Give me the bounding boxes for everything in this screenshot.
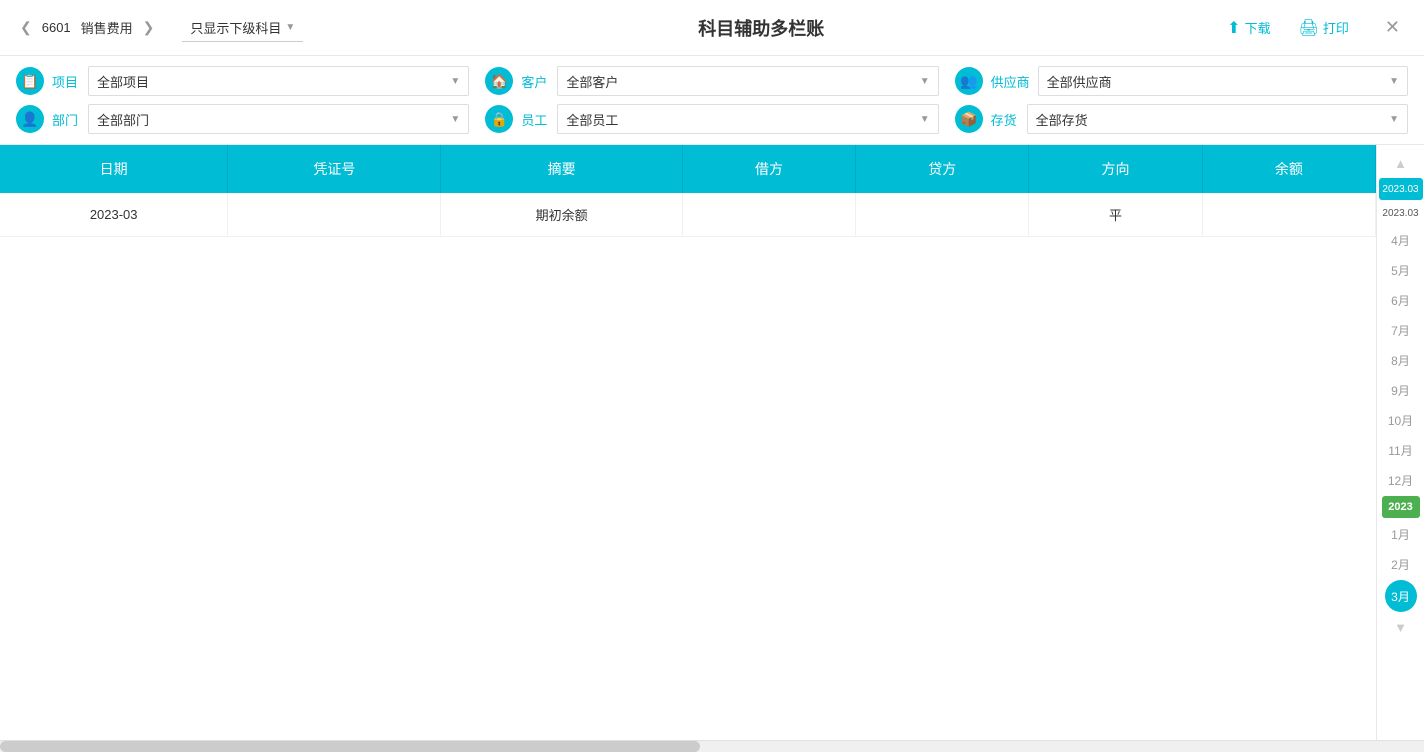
sidebar-month-4[interactable]: 4月 xyxy=(1381,226,1421,254)
cell-date: 2023-03 xyxy=(0,193,228,237)
department-select[interactable]: 全部部门 ▼ xyxy=(88,104,469,134)
inventory-select[interactable]: 全部存货 ▼ xyxy=(1027,104,1408,134)
filter-supplier: 👥 供应商 全部供应商 ▼ xyxy=(955,66,1408,96)
account-nav: ❮ 6601 销售费用 ❯ xyxy=(16,17,158,38)
department-label: 部门 xyxy=(52,110,80,129)
filter-project: 📋 项目 全部项目 ▼ xyxy=(16,66,469,96)
toolbar-actions: ⬆ 下载 🖨 打印 ✕ xyxy=(1219,13,1408,42)
data-table: 日期 凭证号 摘要 借方 贷方 方向 余额 2023-03 期初余额 xyxy=(0,145,1376,237)
customer-value: 全部客户 xyxy=(566,72,618,91)
customer-select-arrow-icon: ▼ xyxy=(920,76,930,87)
download-button[interactable]: ⬆ 下载 xyxy=(1219,14,1278,42)
show-sub-arrow-icon: ▼ xyxy=(285,22,295,33)
sidebar-scroll-down[interactable]: ▼ xyxy=(1387,613,1415,641)
page-title: 科目辅助多栏账 xyxy=(319,15,1203,41)
download-label: 下载 xyxy=(1245,18,1271,37)
supplier-label: 供应商 xyxy=(991,72,1030,91)
project-icon: 📋 xyxy=(16,67,44,95)
main-window: ❮ 6601 销售费用 ❯ 只显示下级科目 ▼ 科目辅助多栏账 ⬆ 下载 🖨 打… xyxy=(0,0,1424,752)
inventory-icon: 📦 xyxy=(955,105,983,133)
supplier-select-arrow-icon: ▼ xyxy=(1389,76,1399,87)
col-summary: 摘要 xyxy=(441,145,682,193)
sidebar-month-6[interactable]: 6月 xyxy=(1381,286,1421,314)
employee-select[interactable]: 全部员工 ▼ xyxy=(557,104,938,134)
col-voucher: 凭证号 xyxy=(228,145,441,193)
account-name: 销售费用 xyxy=(81,18,133,37)
sidebar-month-10[interactable]: 10月 xyxy=(1381,406,1421,434)
filter-customer: 🏠 客户 全部客户 ▼ xyxy=(485,66,938,96)
project-select[interactable]: 全部项目 ▼ xyxy=(88,66,469,96)
cell-credit xyxy=(856,193,1029,237)
inventory-label: 存货 xyxy=(991,110,1019,129)
cell-debit xyxy=(682,193,855,237)
col-credit: 贷方 xyxy=(856,145,1029,193)
sidebar-month-5[interactable]: 5月 xyxy=(1381,256,1421,284)
inventory-value: 全部存货 xyxy=(1036,110,1088,129)
sidebar-month-2[interactable]: 2月 xyxy=(1381,550,1421,578)
sidebar-month-12[interactable]: 12月 xyxy=(1381,466,1421,494)
content-area: 日期 凭证号 摘要 借方 贷方 方向 余额 2023-03 期初余额 xyxy=(0,145,1424,740)
department-icon: 👤 xyxy=(16,105,44,133)
customer-label: 客户 xyxy=(521,72,549,91)
employee-label: 员工 xyxy=(521,110,549,129)
filter-department: 👤 部门 全部部门 ▼ xyxy=(16,104,469,134)
sidebar-month-9[interactable]: 9月 xyxy=(1381,376,1421,404)
supplier-value: 全部供应商 xyxy=(1047,72,1112,91)
horizontal-scrollbar[interactable] xyxy=(0,740,1424,752)
prev-account-arrow[interactable]: ❮ xyxy=(16,17,36,38)
sidebar-date-2023-03-header[interactable]: 2023.03 xyxy=(1379,178,1423,200)
project-label: 项目 xyxy=(52,72,80,91)
col-debit: 借方 xyxy=(682,145,855,193)
col-direction: 方向 xyxy=(1029,145,1202,193)
col-balance: 余额 xyxy=(1202,145,1375,193)
employee-value: 全部员工 xyxy=(566,110,618,129)
table-row: 2023-03 期初余额 平 xyxy=(0,193,1376,237)
filter-area: 📋 项目 全部项目 ▼ 🏠 客户 全部客户 ▼ 👥 供应商 全部供应商 ▼ xyxy=(0,56,1424,145)
department-select-arrow-icon: ▼ xyxy=(450,114,460,125)
inventory-select-arrow-icon: ▼ xyxy=(1389,114,1399,125)
department-value: 全部部门 xyxy=(97,110,149,129)
filter-employee: 🔒 员工 全部员工 ▼ xyxy=(485,104,938,134)
supplier-select[interactable]: 全部供应商 ▼ xyxy=(1038,66,1408,96)
account-code-name: 6601 xyxy=(42,20,71,35)
cell-balance xyxy=(1202,193,1375,237)
download-icon: ⬆ xyxy=(1227,18,1240,38)
top-bar: ❮ 6601 销售费用 ❯ 只显示下级科目 ▼ 科目辅助多栏账 ⬆ 下载 🖨 打… xyxy=(0,0,1424,56)
sidebar-year-2023[interactable]: 2023 xyxy=(1382,496,1420,518)
customer-select[interactable]: 全部客户 ▼ xyxy=(557,66,938,96)
sidebar-month-3-selected[interactable]: 3月 xyxy=(1385,580,1417,612)
show-sub-label: 只显示下级科目 xyxy=(190,18,281,37)
print-icon: 🖨 xyxy=(1299,18,1319,38)
col-date: 日期 xyxy=(0,145,228,193)
sidebar-month-8[interactable]: 8月 xyxy=(1381,346,1421,374)
cell-voucher xyxy=(228,193,441,237)
customer-icon: 🏠 xyxy=(485,67,513,95)
sidebar-month-11[interactable]: 11月 xyxy=(1381,436,1421,464)
scroll-thumb xyxy=(0,741,700,752)
sidebar-date-2023-03-entry[interactable]: 2023.03 xyxy=(1379,202,1423,224)
close-button[interactable]: ✕ xyxy=(1377,13,1408,42)
print-label: 打印 xyxy=(1323,18,1349,37)
cell-direction: 平 xyxy=(1029,193,1202,237)
sidebar-scroll-up[interactable]: ▲ xyxy=(1387,149,1415,177)
right-sidebar: ▲ 2023.03 2023.03 4月 5月 6月 7月 8月 9月 10月 … xyxy=(1376,145,1424,740)
print-button[interactable]: 🖨 打印 xyxy=(1291,14,1357,42)
next-account-arrow[interactable]: ❯ xyxy=(139,17,159,38)
employee-icon: 🔒 xyxy=(485,105,513,133)
sidebar-month-7[interactable]: 7月 xyxy=(1381,316,1421,344)
filter-inventory: 📦 存货 全部存货 ▼ xyxy=(955,104,1408,134)
project-select-arrow-icon: ▼ xyxy=(450,76,460,87)
sidebar-month-1[interactable]: 1月 xyxy=(1381,520,1421,548)
table-area[interactable]: 日期 凭证号 摘要 借方 贷方 方向 余额 2023-03 期初余额 xyxy=(0,145,1376,740)
show-sub-dropdown[interactable]: 只显示下级科目 ▼ xyxy=(182,14,303,42)
project-value: 全部项目 xyxy=(97,72,149,91)
supplier-icon: 👥 xyxy=(955,67,983,95)
employee-select-arrow-icon: ▼ xyxy=(920,114,930,125)
cell-summary: 期初余额 xyxy=(441,193,682,237)
